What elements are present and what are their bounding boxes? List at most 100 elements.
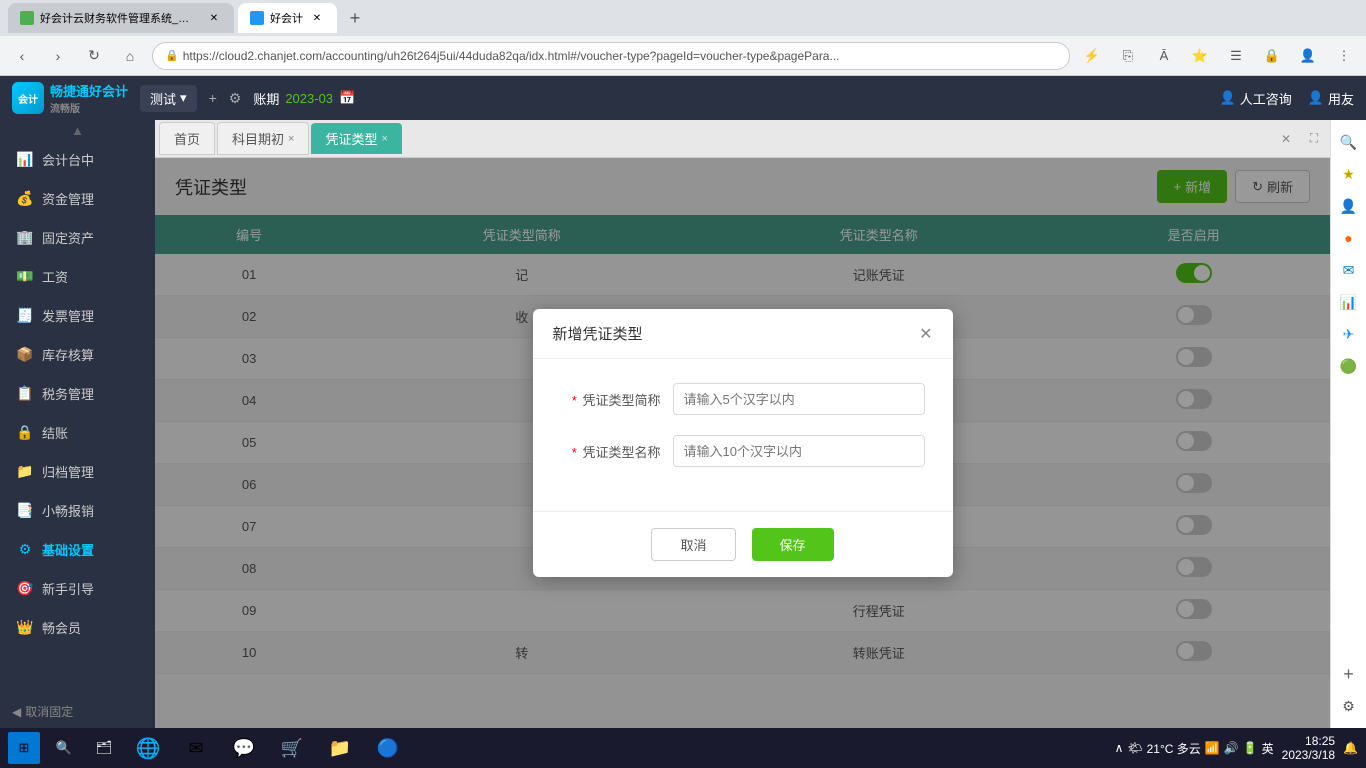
tab-bar-controls: ✕ ⛶ — [1274, 127, 1326, 151]
volume-icon[interactable]: 🔊 — [1224, 741, 1239, 755]
clock[interactable]: 18:25 2023/3/18 — [1282, 734, 1335, 762]
tab1-close[interactable]: ✕ — [206, 10, 222, 26]
taskbar-edge[interactable]: 🌐 — [128, 732, 168, 764]
browser-tab-2[interactable]: 好会计 ✕ — [238, 3, 337, 33]
tab-close-ctrl[interactable]: ✕ — [1274, 127, 1298, 151]
browser-action-2[interactable]: ⎘ — [1114, 42, 1142, 70]
browser-tab-1[interactable]: 好会计云财务软件管理系统_会计 ✕ — [8, 3, 234, 33]
taskbar-wechat[interactable]: 💬 — [224, 732, 264, 764]
rp-chart-icon[interactable]: 📊 — [1335, 288, 1363, 316]
rp-user-icon[interactable]: 👤 — [1335, 192, 1363, 220]
cancel-button[interactable]: 取消 — [651, 528, 735, 561]
rp-mail-icon[interactable]: ✉ — [1335, 256, 1363, 284]
search-taskbar[interactable]: 🔍 — [48, 732, 80, 764]
reload-button[interactable]: ↻ — [80, 42, 108, 70]
tab-maximize-ctrl[interactable]: ⛶ — [1302, 127, 1326, 151]
abbr-input[interactable] — [673, 383, 925, 415]
browser-action-4[interactable]: ⭐ — [1186, 42, 1214, 70]
settings-button[interactable]: ⚙ — [229, 90, 242, 107]
sidebar-item-inventory[interactable]: 📦 库存核算 — [0, 335, 155, 374]
sidebar-item-salary[interactable]: 💵 工资 — [0, 257, 155, 296]
cancel-fixed-icon: ◀ — [12, 705, 21, 719]
clock-date: 2023/3/18 — [1282, 748, 1335, 762]
sidebar-scroll-up[interactable]: ▲ — [0, 120, 155, 140]
rp-add-icon[interactable]: + — [1335, 660, 1363, 688]
weather-temp: 21°C 多云 — [1147, 740, 1201, 757]
tab1-label: 好会计云财务软件管理系统_会计 — [40, 10, 200, 26]
consult-label: 人工咨询 — [1240, 89, 1292, 108]
sidebar-item-settings[interactable]: ⚙ 基础设置 — [0, 530, 155, 569]
modal-close-button[interactable]: ✕ — [919, 324, 932, 344]
abbr-form-row: * 凭证类型简称 — [561, 383, 925, 415]
rp-app-icon[interactable]: 🟢 — [1335, 352, 1363, 380]
name-input[interactable] — [673, 435, 925, 467]
network-icon: 📶 — [1205, 741, 1220, 755]
sidebar-item-fixed-assets[interactable]: 🏢 固定资产 — [0, 218, 155, 257]
save-button[interactable]: 保存 — [752, 528, 834, 561]
address-input[interactable]: 🔒 https://cloud2.chanjet.com/accounting/… — [152, 42, 1070, 70]
consult-button[interactable]: 👤 人工咨询 — [1220, 89, 1292, 108]
rp-star-icon[interactable]: ★ — [1335, 160, 1363, 188]
start-button[interactable]: ⊞ — [8, 732, 40, 764]
sidebar-item-archive[interactable]: 📁 归档管理 — [0, 452, 155, 491]
rp-globe-icon[interactable]: ● — [1335, 224, 1363, 252]
taskbar-edge2[interactable]: 🔵 — [368, 732, 408, 764]
rp-plane-icon[interactable]: ✈ — [1335, 320, 1363, 348]
browser-action-8[interactable]: ⋮ — [1330, 42, 1358, 70]
tab-subject-close[interactable]: × — [288, 133, 294, 145]
home-button[interactable]: ⌂ — [116, 42, 144, 70]
sidebar-item-capital[interactable]: 💰 资金管理 — [0, 179, 155, 218]
content-area: 凭证类型 + 新增 ↻ 刷新 — [155, 158, 1330, 728]
cancel-fixed-button[interactable]: ◀ 取消固定 — [0, 695, 155, 728]
sidebar-item-label: 归档管理 — [42, 462, 94, 481]
taskbar-shop[interactable]: 🛒 — [272, 732, 312, 764]
tax-icon: 📋 — [16, 385, 34, 403]
tab2-close[interactable]: ✕ — [309, 10, 325, 26]
salary-icon: 💵 — [16, 268, 34, 286]
new-tab-button[interactable]: + — [341, 4, 369, 32]
sidebar-item-closing[interactable]: 🔒 结账 — [0, 413, 155, 452]
sidebar: ▲ 📊 会计台中 💰 资金管理 🏢 固定资产 💵 工资 🧾 发票管理 — [0, 120, 155, 728]
rp-search-icon[interactable]: 🔍 — [1335, 128, 1363, 156]
org-dropdown-icon: ▾ — [180, 90, 187, 106]
browser-action-3[interactable]: Ā — [1150, 42, 1178, 70]
logo-text: 畅捷通好会计 — [50, 81, 128, 100]
tab-voucher-close[interactable]: × — [381, 133, 387, 145]
tab-home[interactable]: 首页 — [159, 122, 215, 155]
lang-indicator[interactable]: 英 — [1262, 740, 1274, 757]
browser-action-7[interactable]: 👤 — [1294, 42, 1322, 70]
sidebar-item-report[interactable]: 📑 小畅报销 — [0, 491, 155, 530]
sidebar-item-dashboard[interactable]: 📊 会计台中 — [0, 140, 155, 179]
back-button[interactable]: ‹ — [8, 42, 36, 70]
sidebar-item-member[interactable]: 👑 畅会员 — [0, 608, 155, 647]
settings-sidebar-icon: ⚙ — [16, 541, 34, 559]
tab-voucher-type[interactable]: 凭证类型 × — [311, 123, 401, 154]
task-view-btn[interactable]: 🗂 — [88, 732, 120, 764]
browser-action-5[interactable]: ☰ — [1222, 42, 1250, 70]
notification-icon[interactable]: 🔔 — [1343, 741, 1358, 755]
taskbar-mail[interactable]: ✉ — [176, 732, 216, 764]
sidebar-item-label: 工资 — [42, 267, 68, 286]
sidebar-item-label: 畅会员 — [42, 618, 81, 637]
expand-icon[interactable]: ∧ — [1115, 741, 1124, 755]
sidebar-item-invoice[interactable]: 🧾 发票管理 — [0, 296, 155, 335]
browser-action-1[interactable]: ⚡ — [1078, 42, 1106, 70]
modal-body: * 凭证类型简称 * 凭证类型名称 — [533, 359, 953, 511]
browser-action-6[interactable]: 🔒 — [1258, 42, 1286, 70]
tab-subject[interactable]: 科目期初 × — [217, 122, 309, 155]
dashboard-icon: 📊 — [16, 151, 34, 169]
sidebar-item-label: 资金管理 — [42, 189, 94, 208]
org-selector[interactable]: 测试 ▾ — [140, 85, 197, 112]
rp-gear-icon[interactable]: ⚙ — [1335, 692, 1363, 720]
weather-icon: 🌤 — [1127, 741, 1142, 755]
consult-icon: 👤 — [1220, 90, 1236, 106]
sidebar-item-tax[interactable]: 📋 税务管理 — [0, 374, 155, 413]
add-org-button[interactable]: + — [209, 90, 217, 106]
forward-button[interactable]: › — [44, 42, 72, 70]
battery-icon: 🔋 — [1243, 741, 1258, 755]
user-button[interactable]: 👤 用友 — [1308, 89, 1354, 108]
user-icon: 👤 — [1308, 90, 1324, 106]
period-label: 账期 — [253, 89, 279, 108]
taskbar-folder[interactable]: 📁 — [320, 732, 360, 764]
sidebar-item-guide[interactable]: 🎯 新手引导 — [0, 569, 155, 608]
